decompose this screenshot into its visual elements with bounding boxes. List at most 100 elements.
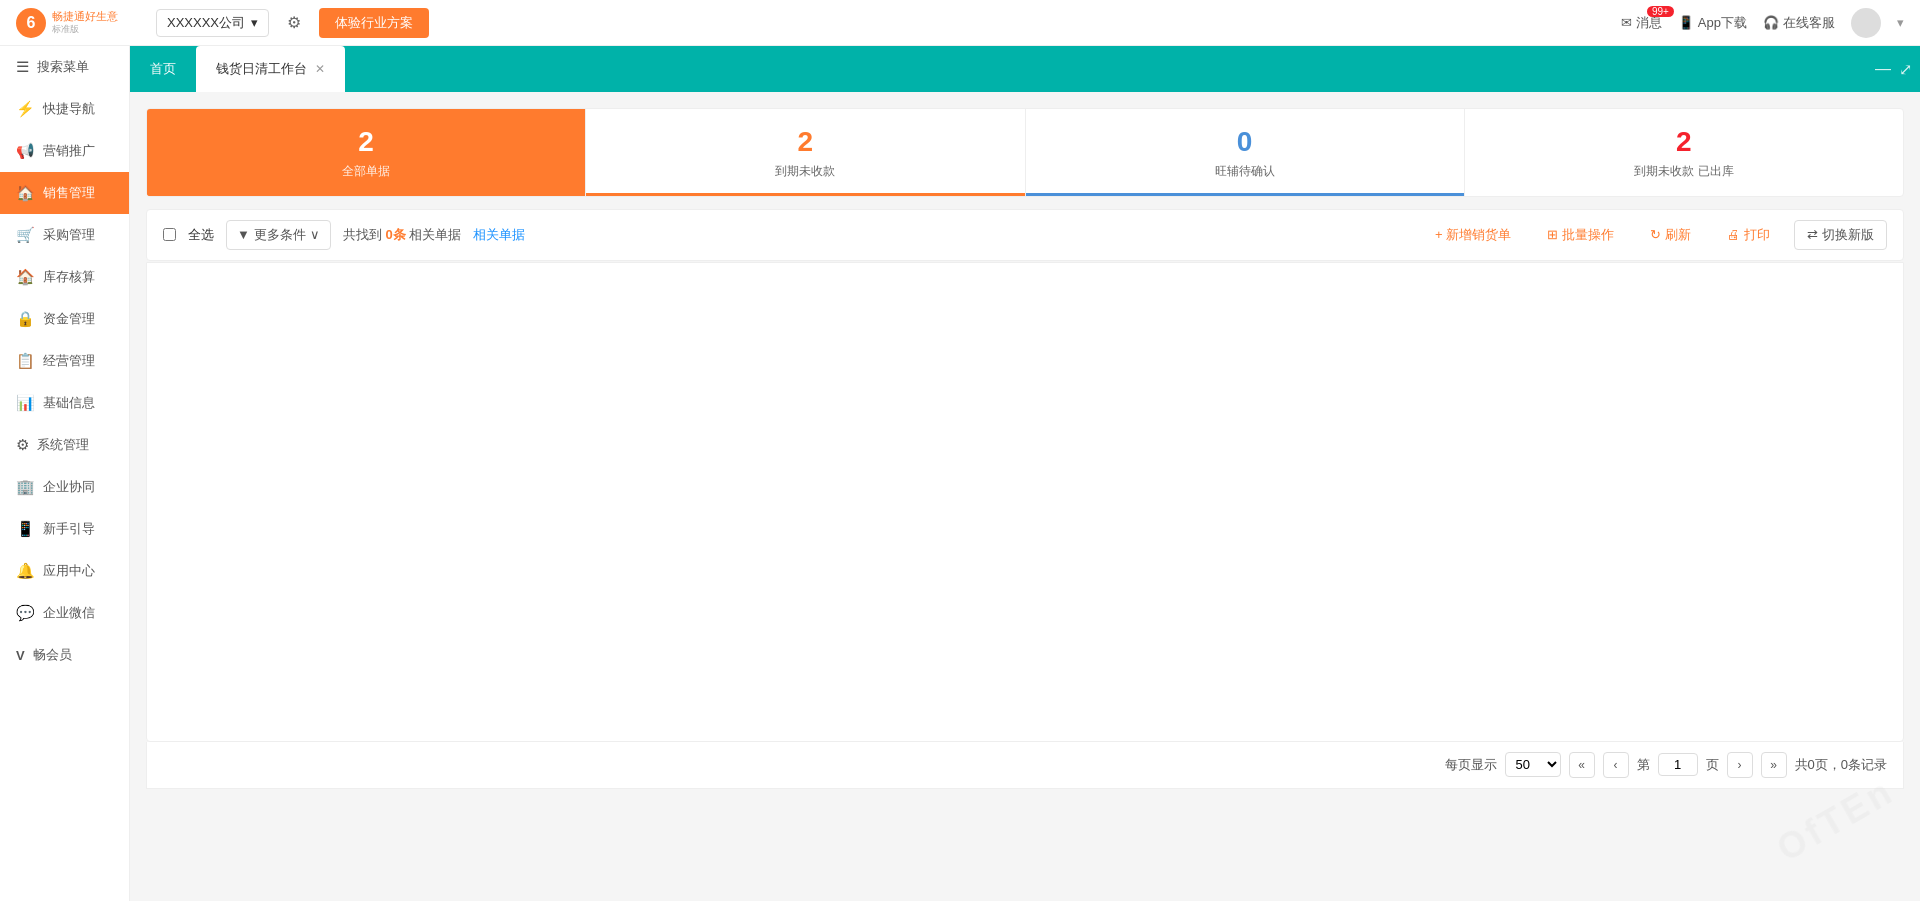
sidebar-item-inventory[interactable]: 🏠 库存核算 [0, 256, 129, 298]
app-label: App下载 [1698, 14, 1747, 32]
sidebar-item-quicknav[interactable]: ⚡ 快捷导航 [0, 88, 129, 130]
chevron-down-icon: ▾ [251, 15, 258, 30]
sidebar-item-enterprise[interactable]: 🏢 企业协同 [0, 466, 129, 508]
sidebar-item-appcenter[interactable]: 🔔 应用中心 [0, 550, 129, 592]
tab-minimize-button[interactable]: — [1875, 60, 1891, 78]
sidebar-item-finance[interactable]: 🔒 资金管理 [0, 298, 129, 340]
sidebar-item-marketing-label: 营销推广 [43, 142, 95, 160]
messages-button[interactable]: ✉ 消息 99+ [1621, 14, 1662, 32]
switch-version-button[interactable]: ⇄ 切换新版 [1794, 220, 1887, 250]
batch-label: 批量操作 [1562, 226, 1614, 244]
message-icon: ✉ [1621, 15, 1632, 30]
sales-icon: 🏠 [16, 184, 35, 202]
stats-row: 2 全部单据 2 到期未收款 0 旺辅待确认 2 到期未收款 已出库 [146, 108, 1904, 197]
refresh-label: 刷新 [1665, 226, 1691, 244]
stat-pending-num: 0 [1046, 125, 1444, 159]
sidebar-item-search[interactable]: ☰ 搜索菜单 [0, 46, 129, 88]
service-label: 在线客服 [1783, 14, 1835, 32]
page-number-input[interactable] [1658, 753, 1698, 776]
company-name: XXXXXX公司 [167, 14, 245, 32]
app-version: 标准版 [52, 23, 118, 36]
last-page-button[interactable]: » [1761, 752, 1787, 778]
stat-pending[interactable]: 0 旺辅待确认 [1026, 109, 1465, 196]
sidebar-item-purchase[interactable]: 🛒 采购管理 [0, 214, 129, 256]
appcenter-icon: 🔔 [16, 562, 35, 580]
sidebar-item-purchase-label: 采购管理 [43, 226, 95, 244]
batch-operation-button[interactable]: ⊞ 批量操作 [1535, 221, 1626, 249]
tab-bar-actions: — ⤢ [1875, 60, 1920, 79]
filter-button[interactable]: ▼ 更多条件 ∨ [226, 220, 331, 250]
toolbar-right: + 新增销货单 ⊞ 批量操作 ↻ 刷新 🖨 打印 ⇄ 切换新版 [1423, 220, 1887, 250]
select-all-checkbox[interactable] [163, 228, 176, 241]
logo-icon: 6 [16, 8, 46, 38]
tab-bar: 首页 钱货日清工作台 ✕ — ⤢ [130, 46, 1920, 92]
sidebar-item-appcenter-label: 应用中心 [43, 562, 95, 580]
sidebar-item-weixin[interactable]: 💬 企业微信 [0, 592, 129, 634]
company-selector[interactable]: XXXXXX公司 ▾ [156, 9, 269, 37]
settings-icon[interactable]: ⚙ [279, 8, 309, 38]
sidebar-item-sales-label: 销售管理 [43, 184, 95, 202]
first-page-button[interactable]: « [1569, 752, 1595, 778]
sidebar-item-marketing[interactable]: 📢 营销推广 [0, 130, 129, 172]
app-logo: 6 畅捷通好生意 标准版 [16, 8, 146, 38]
stat-overdue-shipped[interactable]: 2 到期未收款 已出库 [1465, 109, 1903, 196]
related-link[interactable]: 相关单据 [473, 226, 525, 244]
new-sale-order-button[interactable]: + 新增销货单 [1423, 221, 1523, 249]
sidebar-item-newbie[interactable]: 📱 新手引导 [0, 508, 129, 550]
sidebar-item-basics[interactable]: 📊 基础信息 [0, 382, 129, 424]
per-page-label: 每页显示 [1445, 756, 1497, 774]
sidebar-item-search-label: 搜索菜单 [37, 58, 89, 76]
avatar[interactable] [1851, 8, 1881, 38]
refresh-button[interactable]: ↻ 刷新 [1638, 221, 1703, 249]
stat-overdue-label: 到期未收款 [606, 163, 1004, 180]
print-icon: 🖨 [1727, 227, 1740, 242]
sidebar-item-system[interactable]: ⚙ 系统管理 [0, 424, 129, 466]
app-download-button[interactable]: 📱 App下载 [1678, 14, 1747, 32]
stat-all-num: 2 [167, 125, 565, 159]
stat-all-label: 全部单据 [167, 163, 565, 180]
purchase-icon: 🛒 [16, 226, 35, 244]
sidebar-item-inventory-label: 库存核算 [43, 268, 95, 286]
switch-icon: ⇄ [1807, 227, 1818, 242]
page-unit: 页 [1706, 756, 1719, 774]
print-button[interactable]: 🖨 打印 [1715, 221, 1782, 249]
found-count: 0条 [386, 227, 406, 242]
online-service-button[interactable]: 🎧 在线客服 [1763, 14, 1835, 32]
sidebar-item-operations[interactable]: 📋 经营管理 [0, 340, 129, 382]
message-badge: 99+ [1647, 6, 1674, 17]
tab-expand-button[interactable]: ⤢ [1899, 60, 1912, 79]
tab-home[interactable]: 首页 [130, 46, 196, 92]
toolbar: 全选 ▼ 更多条件 ∨ 共找到 0条 相关单据 相关单据 + 新增销货单 ⊞ 批… [146, 209, 1904, 261]
stat-overdue[interactable]: 2 到期未收款 [586, 109, 1025, 196]
sidebar-item-enterprise-label: 企业协同 [43, 478, 95, 496]
weixin-icon: 💬 [16, 604, 35, 622]
stat-pending-underline [1026, 193, 1464, 196]
sidebar: ☰ 搜索菜单 ⚡ 快捷导航 📢 营销推广 🏠 销售管理 🛒 采购管理 🏠 库存核… [0, 46, 130, 901]
member-icon: V [16, 648, 25, 663]
main-content: 2 全部单据 2 到期未收款 0 旺辅待确认 2 到期未收款 已出库 全选 ▼ … [130, 92, 1920, 901]
sidebar-item-finance-label: 资金管理 [43, 310, 95, 328]
sidebar-item-sales[interactable]: 🏠 销售管理 [0, 172, 129, 214]
filter-label: 更多条件 [254, 226, 306, 244]
switch-label: 切换新版 [1822, 227, 1874, 242]
table-area [146, 262, 1904, 742]
search-menu-icon: ☰ [16, 58, 29, 76]
pagination: 每页显示 50 20 100 200 « ‹ 第 页 › » 共0页，0条记录 [146, 742, 1904, 789]
system-icon: ⚙ [16, 436, 29, 454]
tab-close-icon[interactable]: ✕ [315, 62, 325, 76]
prev-page-button[interactable]: ‹ [1603, 752, 1629, 778]
select-all-label: 全选 [188, 226, 214, 244]
trial-button[interactable]: 体验行业方案 [319, 8, 429, 38]
basics-icon: 📊 [16, 394, 35, 412]
next-page-button[interactable]: › [1727, 752, 1753, 778]
tab-workbench[interactable]: 钱货日清工作台 ✕ [196, 46, 345, 92]
sidebar-item-member-label: 畅会员 [33, 646, 72, 664]
tab-workbench-label: 钱货日清工作台 [216, 60, 307, 78]
mobile-icon: 📱 [1678, 15, 1694, 30]
filter-arrow-icon: ∨ [310, 227, 320, 242]
sidebar-item-member[interactable]: V 畅会员 [0, 634, 129, 676]
stat-all[interactable]: 2 全部单据 [147, 109, 586, 196]
per-page-select[interactable]: 50 20 100 200 [1505, 752, 1561, 777]
stat-overdue-underline [586, 193, 1024, 196]
topbar-right: ✉ 消息 99+ 📱 App下载 🎧 在线客服 ▾ [1621, 8, 1904, 38]
